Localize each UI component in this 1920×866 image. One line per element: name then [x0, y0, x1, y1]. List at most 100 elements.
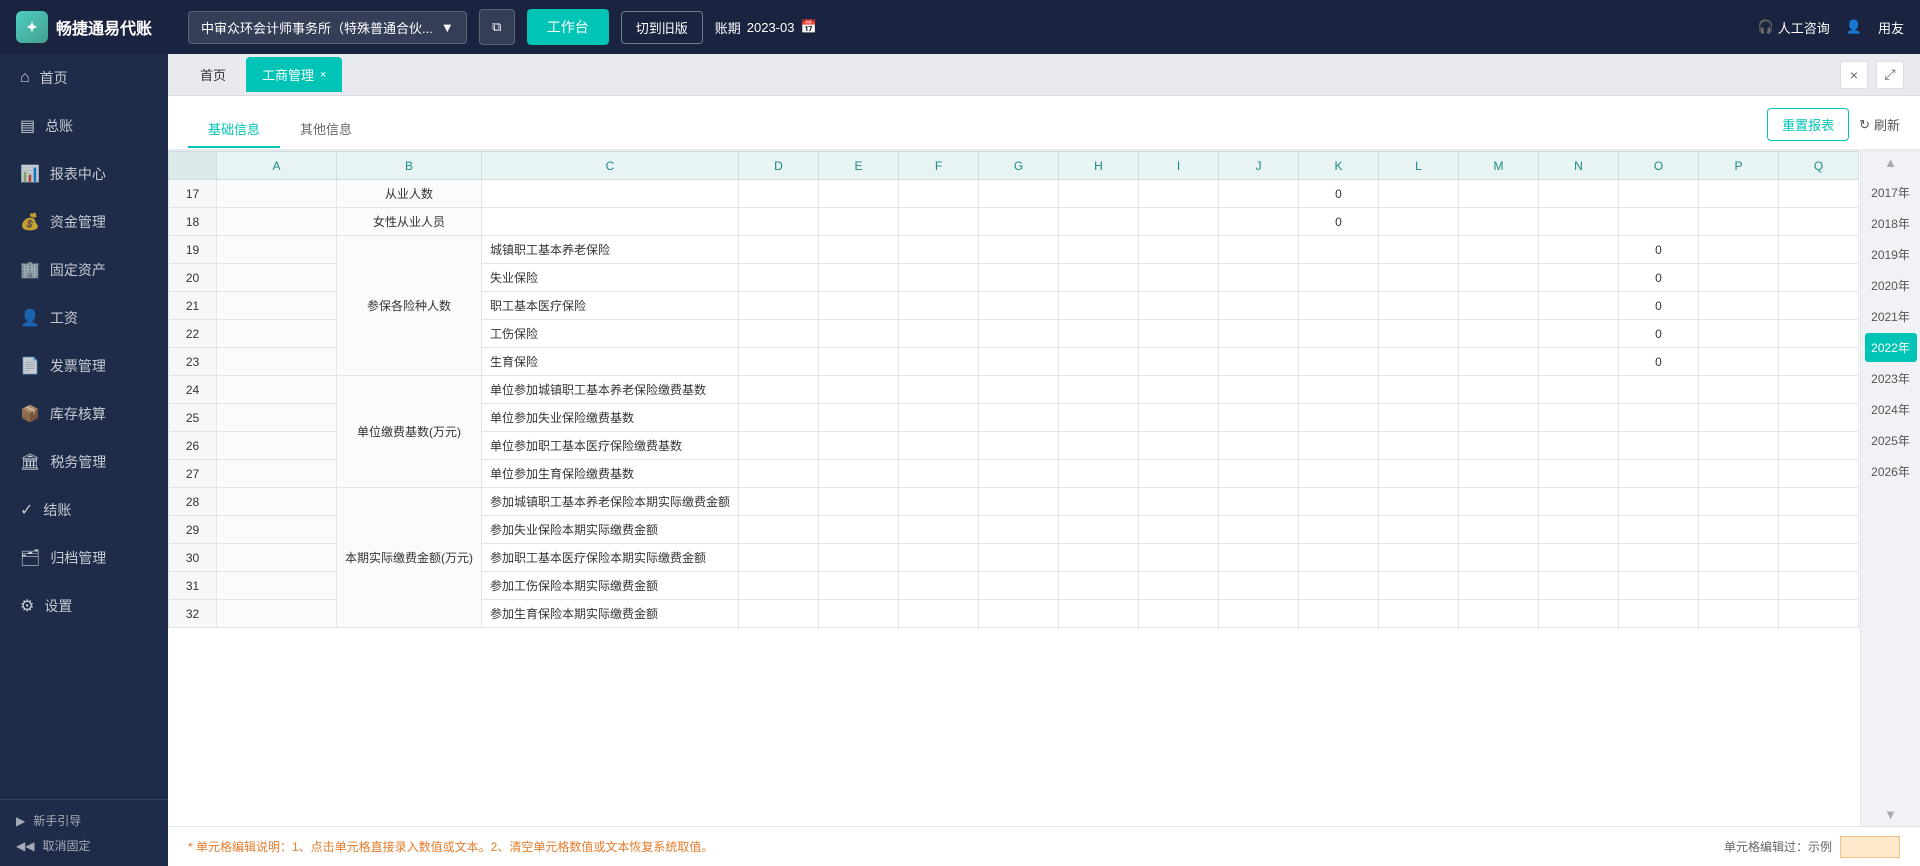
cell-21-M[interactable] — [1459, 292, 1539, 320]
cell-19-A[interactable] — [217, 236, 337, 264]
cell-27-N[interactable] — [1539, 460, 1619, 488]
cell-23-E[interactable] — [819, 348, 899, 376]
cell-29-D[interactable] — [739, 516, 819, 544]
year-item-2020[interactable]: 2020年 — [1865, 271, 1917, 300]
cell-18-C[interactable] — [482, 208, 739, 236]
sidebar-item-close[interactable]: ✓ 结账 — [0, 486, 168, 534]
sidebar-item-settings[interactable]: ⚙ 设置 — [0, 582, 168, 630]
cell-24-L[interactable] — [1379, 376, 1459, 404]
cell-19-E[interactable] — [819, 236, 899, 264]
cell-30-N[interactable] — [1539, 544, 1619, 572]
cell-32-P[interactable] — [1699, 600, 1779, 628]
cell-21-E[interactable] — [819, 292, 899, 320]
cell-28-N[interactable] — [1539, 488, 1619, 516]
tab-industrial[interactable]: 工商管理 × — [246, 57, 342, 92]
close-all-btn[interactable]: × — [1840, 61, 1868, 89]
cell-28-H[interactable] — [1059, 488, 1139, 516]
cell-28-D[interactable] — [739, 488, 819, 516]
cell-17-D[interactable] — [739, 180, 819, 208]
cell-20-E[interactable] — [819, 264, 899, 292]
cell-27-L[interactable] — [1379, 460, 1459, 488]
cell-22-F[interactable] — [899, 320, 979, 348]
spreadsheet-main[interactable]: A B C D E F G H I J K L — [168, 151, 1860, 826]
cell-18-I[interactable] — [1139, 208, 1219, 236]
cell-24-O[interactable] — [1619, 376, 1699, 404]
cell-26-D[interactable] — [739, 432, 819, 460]
cell-30-K[interactable] — [1299, 544, 1379, 572]
cell-25-E[interactable] — [819, 404, 899, 432]
cell-20-P[interactable] — [1699, 264, 1779, 292]
cell-30-Q[interactable] — [1779, 544, 1859, 572]
cell-20-F[interactable] — [899, 264, 979, 292]
cell-27-Q[interactable] — [1779, 460, 1859, 488]
cell-30-G[interactable] — [979, 544, 1059, 572]
cell-30-H[interactable] — [1059, 544, 1139, 572]
cell-20-K[interactable] — [1299, 264, 1379, 292]
cell-18-A[interactable] — [217, 208, 337, 236]
cell-21-N[interactable] — [1539, 292, 1619, 320]
cell-19-C[interactable]: 城镇职工基本养老保险 — [482, 236, 739, 264]
cell-31-O[interactable] — [1619, 572, 1699, 600]
cell-25-H[interactable] — [1059, 404, 1139, 432]
cell-18-G[interactable] — [979, 208, 1059, 236]
cell-26-I[interactable] — [1139, 432, 1219, 460]
cell-27-J[interactable] — [1219, 460, 1299, 488]
cell-28-E[interactable] — [819, 488, 899, 516]
cell-19-M[interactable] — [1459, 236, 1539, 264]
cell-21-C[interactable]: 职工基本医疗保险 — [482, 292, 739, 320]
cell-27-M[interactable] — [1459, 460, 1539, 488]
cell-30-M[interactable] — [1459, 544, 1539, 572]
cell-20-M[interactable] — [1459, 264, 1539, 292]
sub-tab-basic[interactable]: 基础信息 — [188, 111, 280, 148]
cell-31-N[interactable] — [1539, 572, 1619, 600]
cell-23-M[interactable] — [1459, 348, 1539, 376]
cell-20-L[interactable] — [1379, 264, 1459, 292]
cell-22-O[interactable]: 0 — [1619, 320, 1699, 348]
cell-17-Q[interactable] — [1779, 180, 1859, 208]
cell-30-J[interactable] — [1219, 544, 1299, 572]
cell-18-F[interactable] — [899, 208, 979, 236]
cell-19-F[interactable] — [899, 236, 979, 264]
workbench-button[interactable]: 工作台 — [527, 9, 609, 45]
cell-32-N[interactable] — [1539, 600, 1619, 628]
cell-32-O[interactable] — [1619, 600, 1699, 628]
cell-27-D[interactable] — [739, 460, 819, 488]
cell-18-Q[interactable] — [1779, 208, 1859, 236]
cell-25-L[interactable] — [1379, 404, 1459, 432]
cell-29-O[interactable] — [1619, 516, 1699, 544]
cell-25-K[interactable] — [1299, 404, 1379, 432]
cell-26-F[interactable] — [899, 432, 979, 460]
cell-23-F[interactable] — [899, 348, 979, 376]
cell-28-C[interactable]: 参加城镇职工基本养老保险本期实际缴费金额 — [482, 488, 739, 516]
cell-17-N[interactable] — [1539, 180, 1619, 208]
cell-21-P[interactable] — [1699, 292, 1779, 320]
cell-30-O[interactable] — [1619, 544, 1699, 572]
cell-19-D[interactable] — [739, 236, 819, 264]
cell-32-A[interactable] — [217, 600, 337, 628]
cell-31-D[interactable] — [739, 572, 819, 600]
cell-29-I[interactable] — [1139, 516, 1219, 544]
sidebar-item-assets[interactable]: 🏢 固定资产 — [0, 246, 168, 294]
cell-17-O[interactable] — [1619, 180, 1699, 208]
cell-31-L[interactable] — [1379, 572, 1459, 600]
cell-27-E[interactable] — [819, 460, 899, 488]
cell-17-A[interactable] — [217, 180, 337, 208]
cell-27-C[interactable]: 单位参加生育保险缴费基数 — [482, 460, 739, 488]
cell-32-K[interactable] — [1299, 600, 1379, 628]
cell-28-J[interactable] — [1219, 488, 1299, 516]
cell-27-P[interactable] — [1699, 460, 1779, 488]
cell-23-G[interactable] — [979, 348, 1059, 376]
cell-29-G[interactable] — [979, 516, 1059, 544]
cell-30-E[interactable] — [819, 544, 899, 572]
cell-21-O[interactable]: 0 — [1619, 292, 1699, 320]
sidebar-item-finance[interactable]: 💰 资金管理 — [0, 198, 168, 246]
cell-28-M[interactable] — [1459, 488, 1539, 516]
cell-24-N[interactable] — [1539, 376, 1619, 404]
cell-17-E[interactable] — [819, 180, 899, 208]
cell-23-Q[interactable] — [1779, 348, 1859, 376]
year-item-2017[interactable]: 2017年 — [1865, 178, 1917, 207]
cell-18-N[interactable] — [1539, 208, 1619, 236]
cell-31-G[interactable] — [979, 572, 1059, 600]
cell-22-G[interactable] — [979, 320, 1059, 348]
cell-17-B[interactable]: 从业人数 — [337, 180, 482, 208]
